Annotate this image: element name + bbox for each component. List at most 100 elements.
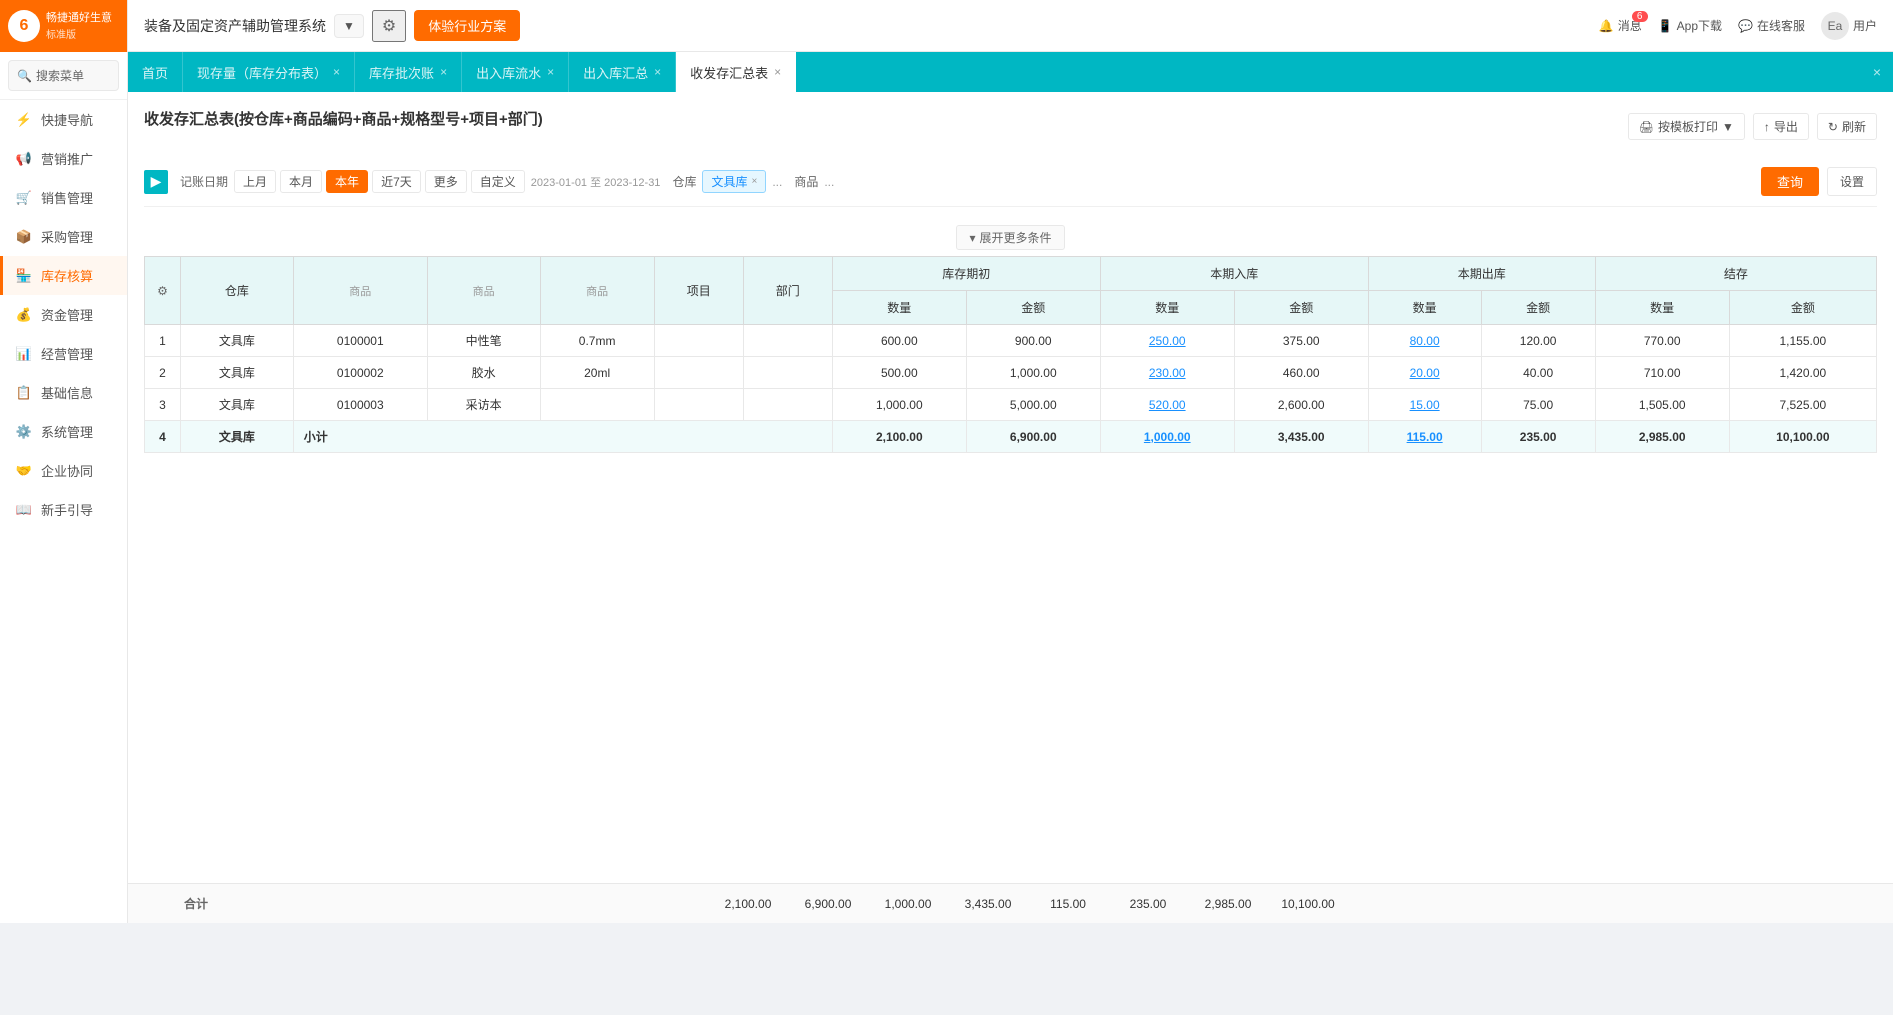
cell-balance-qty: 710.00 — [1595, 357, 1729, 389]
cell-balance-qty: 770.00 — [1595, 325, 1729, 357]
app-download-label: App下载 — [1677, 17, 1722, 34]
cell-dept — [743, 357, 832, 389]
th-out-group: 本期出库 — [1368, 257, 1595, 291]
page-title: 收发存汇总表(按仓库+商品编码+商品+规格型号+项目+部门) — [144, 108, 543, 129]
main-content: 收发存汇总表(按仓库+商品编码+商品+规格型号+项目+部门) 🖨 按模板打印 ▼… — [128, 92, 1893, 923]
download-icon: 📱 — [1658, 19, 1673, 33]
subtotal-warehouse: 文具库 — [181, 421, 294, 453]
sidebar-item-marketing[interactable]: 📢 营销推广 — [0, 139, 127, 178]
sidebar-item-system[interactable]: ⚙️ 系统管理 — [0, 412, 127, 451]
cell-in-qty[interactable]: 250.00 — [1100, 325, 1234, 357]
tab-inout-flow[interactable]: 出入库流水 × — [462, 52, 569, 92]
warehouse-tag-remove[interactable]: × — [751, 176, 757, 187]
subtotal-out-amt: 235.00 — [1481, 421, 1595, 453]
cell-goods-name: 采访本 — [427, 389, 540, 421]
tab-batch-label: 库存批次账 — [369, 63, 434, 82]
subtotal-out-qty[interactable]: 115.00 — [1368, 421, 1481, 453]
tabbar-close-all[interactable]: × — [1861, 64, 1893, 80]
tab-recv-send-close[interactable]: × — [774, 65, 781, 79]
tab-home-label: 首页 — [142, 63, 168, 82]
expand-conditions-button[interactable]: ▾ 展开更多条件 — [956, 225, 1064, 250]
cell-out-qty[interactable]: 15.00 — [1368, 389, 1481, 421]
tab-stock-dist[interactable]: 现存量（库存分布表） × — [183, 52, 355, 92]
tab-batch[interactable]: 库存批次账 × — [355, 52, 462, 92]
message-button[interactable]: 🔔 消息 6 — [1599, 17, 1642, 34]
subtotal-in-qty[interactable]: 1,000.00 — [1100, 421, 1234, 453]
enterprise-icon: 🤝 — [15, 462, 33, 480]
search-menu-button[interactable]: 🔍 搜索菜单 — [8, 60, 119, 91]
table-row: 2 文具库 0100002 胶水 20ml 500.00 1,000.00 23… — [145, 357, 1877, 389]
filter-setting-button[interactable]: 设置 — [1827, 167, 1877, 196]
th-goods-code: 商品 — [293, 257, 427, 325]
tab-inout-flow-close[interactable]: × — [547, 65, 554, 79]
warehouse-tag[interactable]: 文具库 × — [702, 170, 766, 193]
topbar-left: 装备及固定资产辅助管理系统 ▼ ⚙ 体验行业方案 — [144, 10, 520, 42]
tab-batch-close[interactable]: × — [440, 65, 447, 79]
sidebar-item-sales-label: 销售管理 — [41, 188, 93, 207]
footer-totals: 2,100.00 6,900.00 1,000.00 3,435.00 115.… — [228, 897, 1348, 911]
basic-icon: 📋 — [15, 384, 33, 402]
cell-out-amt: 40.00 — [1481, 357, 1595, 389]
cell-in-qty[interactable]: 230.00 — [1100, 357, 1234, 389]
sidebar-item-inventory[interactable]: 🏪 库存核算 — [0, 256, 127, 295]
print-button[interactable]: 🖨 按模板打印 ▼ — [1628, 113, 1745, 140]
app-download-button[interactable]: 📱 App下载 — [1658, 17, 1722, 34]
warehouse-more-button[interactable]: ... — [772, 175, 782, 189]
sidebar-item-operations[interactable]: 📊 经营管理 — [0, 334, 127, 373]
sidebar-item-basic-label: 基础信息 — [41, 383, 93, 402]
cell-opening-qty: 600.00 — [832, 325, 966, 357]
date-filter-group: 记账日期 上月 本月 本年 近7天 更多 自定义 2023-01-01 至 20… — [180, 170, 660, 193]
cell-warehouse: 文具库 — [181, 357, 294, 389]
cell-in-qty[interactable]: 520.00 — [1100, 389, 1234, 421]
date-btn-custom[interactable]: 自定义 — [471, 170, 525, 193]
system-dropdown-button[interactable]: ▼ — [334, 14, 364, 38]
date-btn-more[interactable]: 更多 — [425, 170, 467, 193]
online-service-button[interactable]: 💬 在线客服 — [1738, 17, 1805, 34]
sales-icon: 🛒 — [15, 189, 33, 207]
export-button[interactable]: ↑ 导出 — [1753, 113, 1809, 140]
cell-out-qty[interactable]: 80.00 — [1368, 325, 1481, 357]
filter-toggle-button[interactable]: ▶ — [144, 170, 168, 194]
guide-icon: 📖 — [15, 501, 33, 519]
sidebar-item-enterprise[interactable]: 🤝 企业协同 — [0, 451, 127, 490]
cell-no: 1 — [145, 325, 181, 357]
sidebar-item-quick[interactable]: ⚡ 快捷导航 — [0, 100, 127, 139]
tab-recv-send[interactable]: 收发存汇总表 × — [676, 52, 796, 92]
tab-home[interactable]: 首页 — [128, 52, 183, 92]
print-label: 按模板打印 — [1658, 118, 1718, 135]
sidebar-item-sales[interactable]: 🛒 销售管理 — [0, 178, 127, 217]
warehouse-tag-text: 文具库 — [711, 173, 747, 190]
table-footer: 合计 2,100.00 6,900.00 1,000.00 3,435.00 1… — [128, 883, 1893, 923]
settings-gear-button[interactable]: ⚙ — [372, 10, 406, 42]
date-btn-this-year[interactable]: 本年 — [326, 170, 368, 193]
subtotal-row: 4 文具库 小计 2,100.00 6,900.00 1,000.00 3,43… — [145, 421, 1877, 453]
subtotal-in-amt: 3,435.00 — [1234, 421, 1368, 453]
message-bell-icon: 🔔 — [1599, 19, 1614, 33]
tab-stock-dist-close[interactable]: × — [333, 65, 340, 79]
trial-button[interactable]: 体验行业方案 — [414, 10, 520, 41]
sidebar-item-quick-label: 快捷导航 — [41, 110, 93, 129]
sidebar-item-guide[interactable]: 📖 新手引导 — [0, 490, 127, 529]
date-btn-last-month[interactable]: 上月 — [234, 170, 276, 193]
sidebar-item-guide-label: 新手引导 — [41, 500, 93, 519]
cell-balance-qty: 1,505.00 — [1595, 389, 1729, 421]
sidebar-item-purchase[interactable]: 📦 采购管理 — [0, 217, 127, 256]
refresh-button[interactable]: ↻ 刷新 — [1817, 113, 1877, 140]
date-btn-7days[interactable]: 近7天 — [372, 170, 421, 193]
cell-out-qty[interactable]: 20.00 — [1368, 357, 1481, 389]
tab-inout-summary-close[interactable]: × — [654, 65, 661, 79]
query-button[interactable]: 查询 — [1761, 167, 1819, 196]
expand-btn-label: 展开更多条件 — [980, 229, 1052, 246]
app-title: 畅捷通好生意 — [46, 11, 112, 26]
sidebar-item-system-label: 系统管理 — [41, 422, 93, 441]
system-title: 装备及固定资产辅助管理系统 — [144, 16, 326, 36]
goods-more-button[interactable]: ... — [824, 175, 834, 189]
sidebar-item-basic[interactable]: 📋 基础信息 — [0, 373, 127, 412]
cell-opening-amt: 1,000.00 — [966, 357, 1100, 389]
date-btn-this-month[interactable]: 本月 — [280, 170, 322, 193]
tab-inout-summary[interactable]: 出入库汇总 × — [569, 52, 676, 92]
sidebar-item-capital[interactable]: 💰 资金管理 — [0, 295, 127, 334]
column-settings-icon[interactable]: ⚙ — [157, 284, 168, 298]
user-menu-button[interactable]: Ea 用户 — [1821, 12, 1877, 40]
filter-bar: ▶ 记账日期 上月 本月 本年 近7天 更多 自定义 2023-01-01 至 … — [144, 157, 1877, 207]
